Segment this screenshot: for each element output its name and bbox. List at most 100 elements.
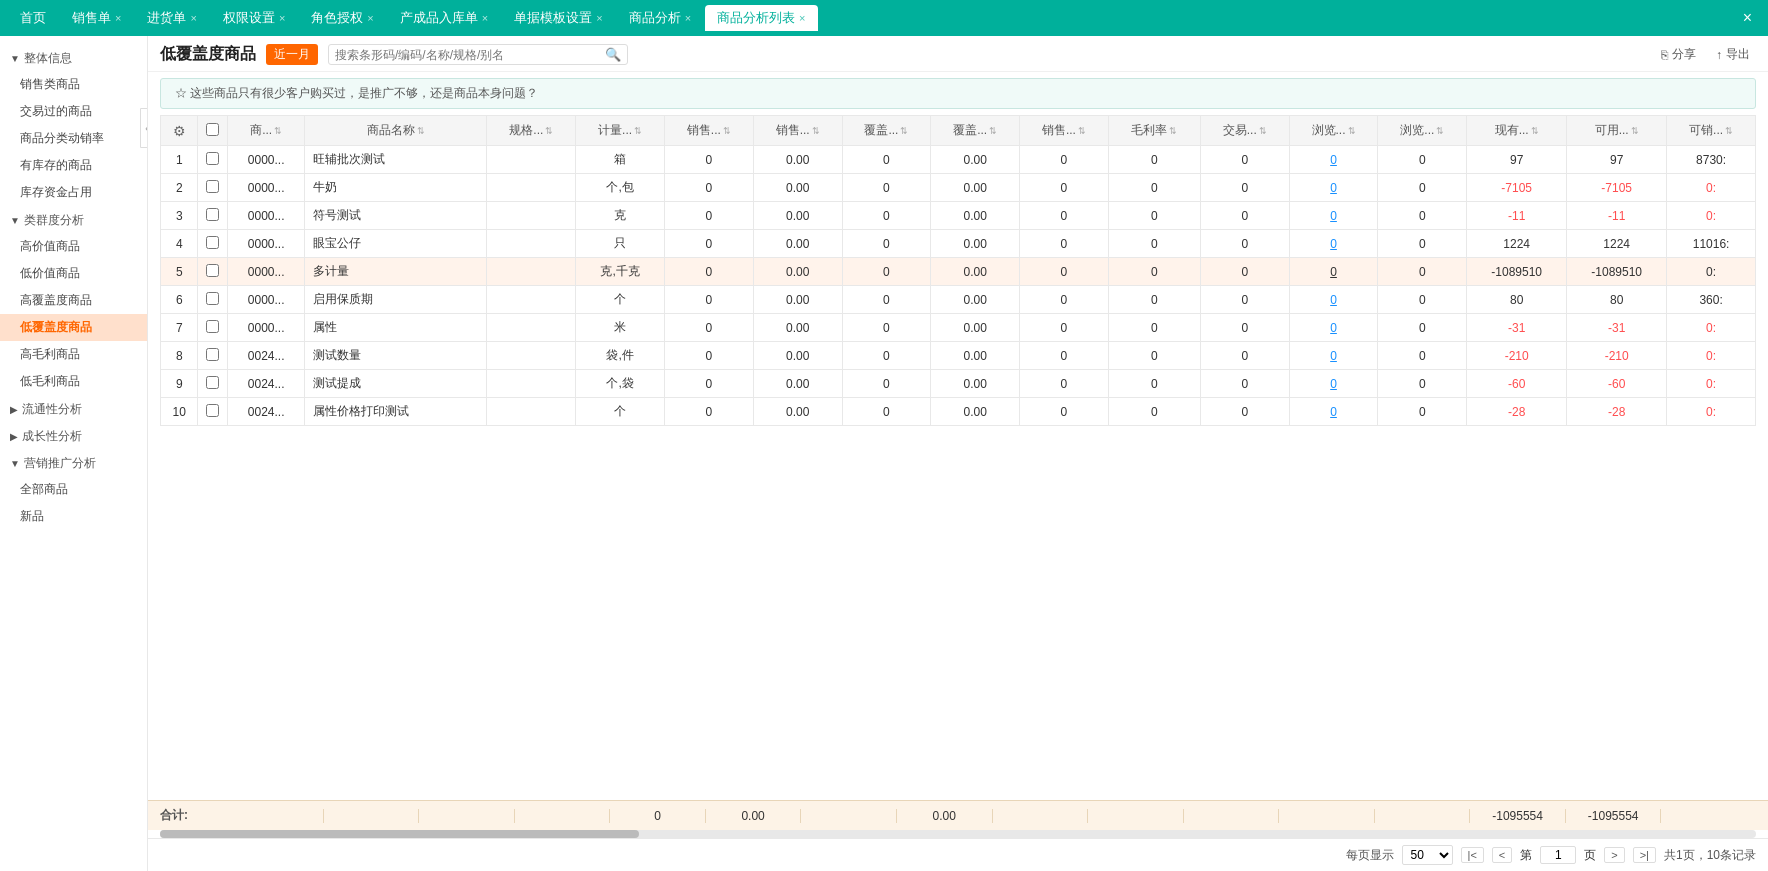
row-checkbox[interactable] xyxy=(198,342,228,370)
col-sales2[interactable]: 销售...⇅ xyxy=(753,116,842,146)
nav-product-analysis[interactable]: 商品分析 × xyxy=(617,5,703,31)
export-btn[interactable]: ↑ 导出 xyxy=(1710,44,1756,65)
row-cover1: 0 xyxy=(842,174,931,202)
sidebar-item-high-coverage[interactable]: 高覆盖度商品 xyxy=(0,287,147,314)
sidebar-section-growth[interactable]: ▶ 成长性分析 xyxy=(0,422,147,449)
row-checkbox[interactable] xyxy=(198,258,228,286)
sidebar-item-with-stock[interactable]: 有库存的商品 xyxy=(0,152,147,179)
col-browse1[interactable]: 浏览...⇅ xyxy=(1289,116,1378,146)
col-stock3[interactable]: 可销...⇅ xyxy=(1667,116,1756,146)
nav-product-analysis-close[interactable]: × xyxy=(685,12,691,24)
col-settings[interactable]: ⚙ xyxy=(161,116,198,146)
sidebar-section-overall[interactable]: ▼ 整体信息 xyxy=(0,44,147,71)
nav-permissions-close[interactable]: × xyxy=(279,12,285,24)
info-banner-text: ☆ 这些商品只有很少客户购买过，是推广不够，还是商品本身问题？ xyxy=(175,85,538,102)
row-checkbox[interactable] xyxy=(198,230,228,258)
nav-roles[interactable]: 角色授权 × xyxy=(299,5,385,31)
nav-sales-close[interactable]: × xyxy=(115,12,121,24)
nav-sales[interactable]: 销售单 × xyxy=(60,5,133,31)
nav-close-all[interactable]: × xyxy=(1735,9,1760,27)
footer-stock1-total: -1095554 xyxy=(1470,809,1566,823)
page-prev-btn[interactable]: < xyxy=(1492,847,1512,863)
sidebar-item-high-profit[interactable]: 高毛利商品 xyxy=(0,341,147,368)
col-stock2[interactable]: 可用...⇅ xyxy=(1567,116,1667,146)
nav-product-entry-close[interactable]: × xyxy=(482,12,488,24)
row-browse1[interactable]: 0 xyxy=(1289,174,1378,202)
col-stock1[interactable]: 现有...⇅ xyxy=(1467,116,1567,146)
col-name[interactable]: 商品名称⇅ xyxy=(304,116,487,146)
nav-product-analysis-list-close[interactable]: × xyxy=(799,12,805,24)
page-last-btn[interactable]: >| xyxy=(1633,847,1656,863)
nav-permissions[interactable]: 权限设置 × xyxy=(211,5,297,31)
col-sales3[interactable]: 销售...⇅ xyxy=(1020,116,1109,146)
col-spec[interactable]: 规格...⇅ xyxy=(487,116,576,146)
row-checkbox[interactable] xyxy=(198,286,228,314)
row-sales3: 0 xyxy=(1020,342,1109,370)
row-browse1[interactable]: 0 xyxy=(1289,258,1378,286)
nav-template-close[interactable]: × xyxy=(596,12,602,24)
page-input[interactable] xyxy=(1540,846,1576,864)
page-size-select[interactable]: 50 100 200 xyxy=(1402,845,1453,865)
sidebar-item-low-profit[interactable]: 低毛利商品 xyxy=(0,368,147,395)
row-code: 0000... xyxy=(228,258,305,286)
sidebar-item-capital[interactable]: 库存资金占用 xyxy=(0,179,147,206)
sidebar-item-new-products[interactable]: 新品 xyxy=(0,503,147,530)
col-browse2[interactable]: 浏览...⇅ xyxy=(1378,116,1467,146)
col-gross[interactable]: 毛利率⇅ xyxy=(1108,116,1200,146)
info-banner: ☆ 这些商品只有很少客户购买过，是推广不够，还是商品本身问题？ xyxy=(160,78,1756,109)
page-next-btn[interactable]: > xyxy=(1604,847,1624,863)
sidebar-item-low-coverage[interactable]: 低覆盖度商品 xyxy=(0,314,147,341)
row-browse1[interactable]: 0 xyxy=(1289,146,1378,174)
sidebar-section-marketing[interactable]: ▼ 营销推广分析 xyxy=(0,449,147,476)
nav-product-entry[interactable]: 产成品入库单 × xyxy=(388,5,500,31)
sidebar-item-all-products[interactable]: 全部商品 xyxy=(0,476,147,503)
row-browse1[interactable]: 0 xyxy=(1289,370,1378,398)
sidebar-item-sales-products[interactable]: 销售类商品 xyxy=(0,71,147,98)
search-box: 🔍 xyxy=(328,44,628,65)
row-checkbox[interactable] xyxy=(198,174,228,202)
nav-product-analysis-list[interactable]: 商品分析列表 × xyxy=(705,5,817,31)
date-filter-btn[interactable]: 近一月 xyxy=(266,44,318,65)
row-browse1[interactable]: 0 xyxy=(1289,230,1378,258)
nav-home[interactable]: 首页 xyxy=(8,5,58,31)
sidebar-item-traded-products[interactable]: 交易过的商品 xyxy=(0,98,147,125)
sidebar-collapse-btn[interactable]: « xyxy=(140,108,148,148)
row-spec xyxy=(487,342,576,370)
sidebar-item-low-value[interactable]: 低价值商品 xyxy=(0,260,147,287)
sidebar-item-high-value[interactable]: 高价值商品 xyxy=(0,233,147,260)
sidebar-section-cluster[interactable]: ▼ 类群度分析 xyxy=(0,206,147,233)
col-code[interactable]: 商...⇅ xyxy=(228,116,305,146)
sidebar-section-marketing-arrow: ▼ xyxy=(10,458,20,469)
col-cover2[interactable]: 覆盖...⇅ xyxy=(931,116,1020,146)
col-cover1[interactable]: 覆盖...⇅ xyxy=(842,116,931,146)
footer-spacer4 xyxy=(515,809,611,823)
select-all-checkbox[interactable] xyxy=(206,123,219,136)
nav-roles-close[interactable]: × xyxy=(367,12,373,24)
col-trade[interactable]: 交易...⇅ xyxy=(1200,116,1289,146)
row-checkbox[interactable] xyxy=(198,314,228,342)
row-browse1[interactable]: 0 xyxy=(1289,314,1378,342)
row-checkbox[interactable] xyxy=(198,202,228,230)
nav-template[interactable]: 单据模板设置 × xyxy=(502,5,614,31)
col-unit[interactable]: 计量...⇅ xyxy=(576,116,665,146)
row-browse1[interactable]: 0 xyxy=(1289,342,1378,370)
row-browse1[interactable]: 0 xyxy=(1289,398,1378,426)
row-stock2: -11 xyxy=(1567,202,1667,230)
col-sales1[interactable]: 销售...⇅ xyxy=(664,116,753,146)
row-checkbox[interactable] xyxy=(198,146,228,174)
row-browse1[interactable]: 0 xyxy=(1289,286,1378,314)
col-checkbox[interactable] xyxy=(198,116,228,146)
footer-sales3-spacer xyxy=(993,809,1089,823)
sidebar-section-circulation[interactable]: ▶ 流通性分析 xyxy=(0,395,147,422)
row-checkbox[interactable] xyxy=(198,370,228,398)
row-index: 3 xyxy=(161,202,198,230)
search-icon[interactable]: 🔍 xyxy=(605,47,621,62)
share-btn[interactable]: ⎘ 分享 xyxy=(1655,44,1702,65)
row-browse1[interactable]: 0 xyxy=(1289,202,1378,230)
search-input[interactable] xyxy=(335,48,601,62)
row-checkbox[interactable] xyxy=(198,398,228,426)
sidebar-item-category-rate[interactable]: 商品分类动销率 xyxy=(0,125,147,152)
nav-purchase-close[interactable]: × xyxy=(190,12,196,24)
nav-purchase[interactable]: 进货单 × xyxy=(135,5,208,31)
page-first-btn[interactable]: |< xyxy=(1461,847,1484,863)
